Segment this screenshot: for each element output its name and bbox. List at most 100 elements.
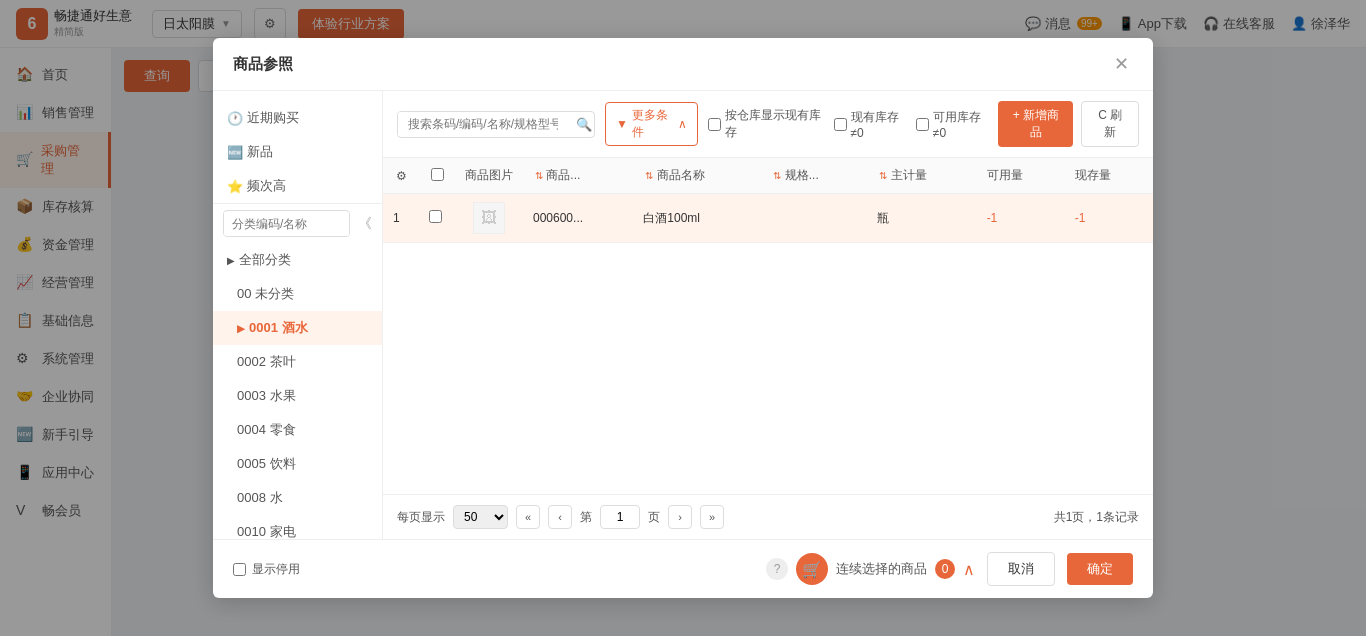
cat-beverage-label: 0005 饮料	[237, 455, 296, 473]
td-image: 🖼	[455, 194, 523, 243]
th-code-label: 商品...	[546, 168, 580, 182]
product-table-wrap: ⚙ 商品图片 ⇅ 商品...	[383, 158, 1153, 494]
cat-all[interactable]: ▶ 全部分类	[213, 243, 382, 277]
checkbox-available-stock[interactable]: 可用库存≠0	[916, 109, 988, 140]
cat-quick-frequent-label: 频次高	[247, 177, 286, 195]
cat-liquor[interactable]: ▶ 0001 酒水	[213, 311, 382, 345]
new-icon: 🆕	[227, 145, 243, 160]
th-name-label: 商品名称	[657, 168, 705, 182]
page-size-label: 每页显示	[397, 509, 445, 526]
cat-liquor-arrow-icon: ▶	[237, 323, 245, 334]
category-collapse-btn[interactable]: 《	[358, 215, 372, 233]
next-page-button[interactable]: ›	[668, 505, 692, 529]
product-panel: 🔍 ▼ 更多条件 ∧ 按仓库显示现有库存 现有库存≠0	[383, 91, 1153, 539]
th-name: ⇅ 商品名称	[633, 158, 761, 194]
checkbox-by-warehouse[interactable]: 按仓库显示现有库存	[708, 107, 824, 141]
show-disabled-text: 显示停用	[252, 561, 300, 578]
cat-quick-frequent[interactable]: ⭐ 频次高	[213, 169, 382, 203]
modal-footer: 显示停用 ? 🛒 连续选择的商品 0 ∧ 取消 确定	[213, 539, 1153, 598]
table-header-row: ⚙ 商品图片 ⇅ 商品...	[383, 158, 1153, 194]
th-spec-label: 规格...	[785, 168, 819, 182]
cat-snack-label: 0004 零食	[237, 421, 296, 439]
sort-icon-unit[interactable]: ⇅	[879, 170, 887, 181]
cart-button[interactable]: 🛒	[796, 553, 828, 585]
select-all-checkbox[interactable]	[431, 168, 444, 181]
add-product-button[interactable]: + 新增商品	[998, 101, 1073, 147]
cancel-button[interactable]: 取消	[987, 552, 1055, 586]
modal-close-button[interactable]: ✕	[1109, 52, 1133, 76]
cat-water[interactable]: 0008 水	[213, 481, 382, 515]
sort-icon-code[interactable]: ⇅	[535, 170, 543, 181]
category-panel: 🕐 近期购买 🆕 新品 ⭐ 频次高 🔍 《	[213, 91, 383, 539]
refresh-button[interactable]: C 刷新	[1081, 101, 1139, 147]
settings-col-icon[interactable]: ⚙	[396, 169, 407, 183]
cat-all-arrow-icon: ▶	[227, 255, 235, 266]
cat-water-label: 0008 水	[237, 489, 283, 507]
first-page-button[interactable]: «	[516, 505, 540, 529]
cat-quick-recent[interactable]: 🕐 近期购买	[213, 101, 382, 135]
show-disabled-label[interactable]: 显示停用	[233, 561, 300, 578]
td-code: 000600...	[523, 194, 633, 243]
checkbox-current-stock-input[interactable]	[834, 118, 847, 131]
cat-uncategorized-label: 00 未分类	[237, 285, 294, 303]
cat-appliance-label: 0010 家电	[237, 523, 296, 539]
product-table: ⚙ 商品图片 ⇅ 商品...	[383, 158, 1153, 243]
page-unit: 页	[648, 509, 660, 526]
checkbox-available-stock-label: 可用库存≠0	[933, 109, 988, 140]
prev-page-button[interactable]: ‹	[548, 505, 572, 529]
available-value: -1	[987, 211, 998, 225]
cart-area: ? 🛒 连续选择的商品 0 ∧	[766, 553, 975, 585]
confirm-button[interactable]: 确定	[1067, 553, 1133, 585]
sort-icon-name[interactable]: ⇅	[645, 170, 653, 181]
product-search-input[interactable]	[398, 112, 568, 136]
product-search-icon[interactable]: 🔍	[568, 112, 595, 137]
more-filter-button[interactable]: ▼ 更多条件 ∧	[605, 102, 698, 146]
cat-appliance[interactable]: 0010 家电	[213, 515, 382, 539]
cat-all-label: 全部分类	[239, 251, 291, 269]
checkbox-current-stock-label: 现有库存≠0	[851, 109, 906, 140]
td-checkbox	[419, 194, 455, 243]
checkbox-current-stock[interactable]: 现有库存≠0	[834, 109, 906, 140]
cat-quick-new-label: 新品	[247, 143, 273, 161]
th-stock-label: 现存量	[1075, 168, 1111, 182]
cat-beverage[interactable]: 0005 饮料	[213, 447, 382, 481]
category-search-input[interactable]	[224, 212, 350, 236]
cat-tea[interactable]: 0002 茶叶	[213, 345, 382, 379]
th-stock: 现存量	[1065, 158, 1153, 194]
pagination-bar: 每页显示 50 10 20 100 « ‹ 第 页 › » 共1页，1条记录	[383, 494, 1153, 539]
sort-icon-spec[interactable]: ⇅	[773, 170, 781, 181]
th-checkbox	[419, 158, 455, 194]
modal-body: 🕐 近期购买 🆕 新品 ⭐ 频次高 🔍 《	[213, 91, 1153, 539]
cat-snack[interactable]: 0004 零食	[213, 413, 382, 447]
td-available: -1	[977, 194, 1065, 243]
total-info: 共1页，1条记录	[1054, 509, 1139, 526]
modal-overlay: 商品参照 ✕ 🕐 近期购买 🆕 新品 ⭐ 频次高	[0, 0, 1366, 636]
product-thumbnail: 🖼	[473, 202, 505, 234]
clock-icon: 🕐	[227, 111, 243, 126]
cat-fruit[interactable]: 0003 水果	[213, 379, 382, 413]
table-row[interactable]: 1 🖼 000600... 白酒100ml 瓶	[383, 194, 1153, 243]
checkbox-available-stock-input[interactable]	[916, 118, 929, 131]
checkbox-by-warehouse-input[interactable]	[708, 118, 721, 131]
th-code: ⇅ 商品...	[523, 158, 633, 194]
category-search: 🔍	[223, 210, 350, 237]
cat-uncategorized[interactable]: 00 未分类	[213, 277, 382, 311]
last-page-button[interactable]: »	[700, 505, 724, 529]
collapse-cart-icon[interactable]: ∧	[963, 560, 975, 579]
page-number-input[interactable]	[600, 505, 640, 529]
show-disabled-checkbox[interactable]	[233, 563, 246, 576]
page-size-select[interactable]: 50 10 20 100	[453, 505, 508, 529]
cat-quick-recent-label: 近期购买	[247, 109, 299, 127]
filter-icon: ▼	[616, 117, 628, 131]
toolbar-right: + 新增商品 C 刷新	[998, 101, 1139, 147]
help-icon[interactable]: ?	[766, 558, 788, 580]
star-icon: ⭐	[227, 179, 243, 194]
row-checkbox[interactable]	[429, 210, 442, 223]
cat-tea-label: 0002 茶叶	[237, 353, 296, 371]
product-reference-modal: 商品参照 ✕ 🕐 近期购买 🆕 新品 ⭐ 频次高	[213, 38, 1153, 598]
modal-header: 商品参照 ✕	[213, 38, 1153, 91]
td-stock: -1	[1065, 194, 1153, 243]
cat-quick-new[interactable]: 🆕 新品	[213, 135, 382, 169]
th-image-label: 商品图片	[465, 168, 513, 182]
stock-value: -1	[1075, 211, 1086, 225]
